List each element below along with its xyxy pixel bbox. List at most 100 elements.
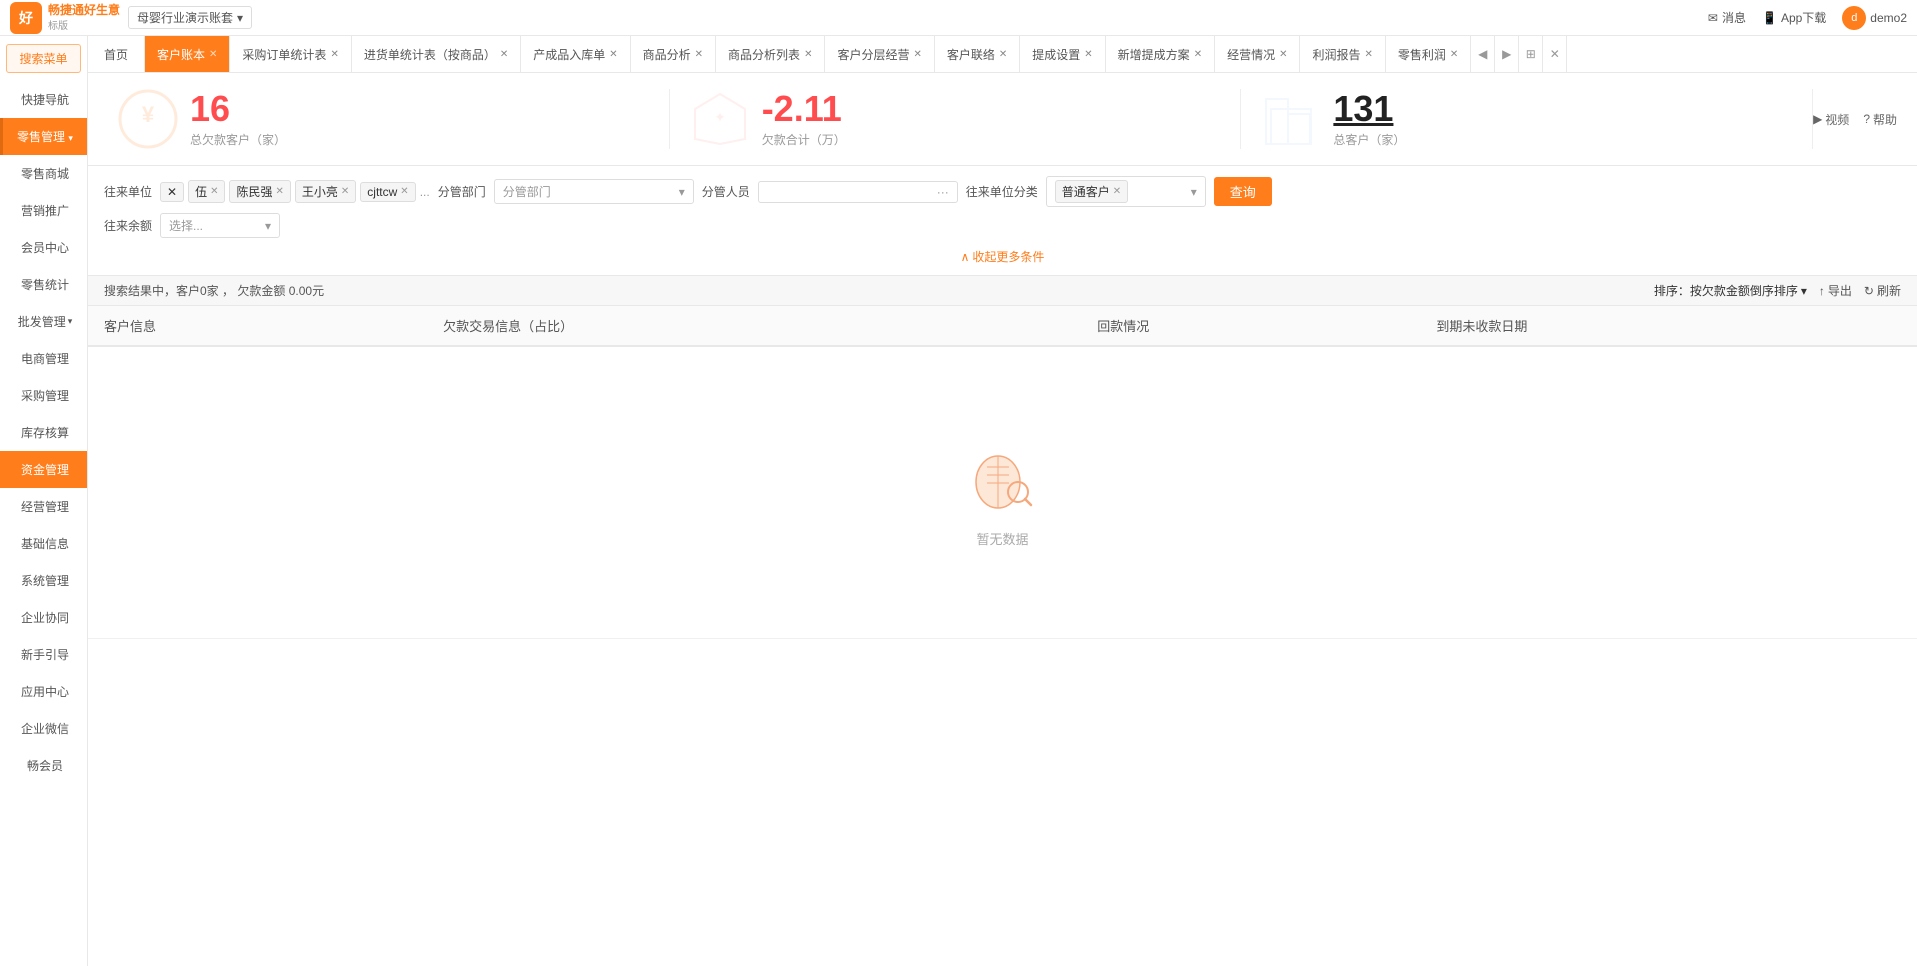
tab-close-icon[interactable]: ✕ xyxy=(1279,49,1287,60)
tab-customer-contact[interactable]: 客户联络 ✕ xyxy=(935,36,1020,72)
tab-product-analysis-list[interactable]: 商品分析列表 ✕ xyxy=(716,36,825,72)
tab-close-icon[interactable]: ✕ xyxy=(999,49,1007,60)
collapse-btn[interactable]: ∧ 收起更多条件 xyxy=(104,244,1901,265)
tag-close-icon[interactable]: ✕ xyxy=(210,186,218,197)
sidebar-item-wholesale-mgmt[interactable]: 批发管理 ▾ xyxy=(0,303,87,340)
tag-close-icon[interactable]: ✕ xyxy=(341,186,349,197)
tab-close-icon[interactable]: ✕ xyxy=(500,49,508,60)
balance-select[interactable]: 选择... ▾ xyxy=(160,213,280,238)
help-btn[interactable]: ? 帮助 xyxy=(1863,111,1897,128)
result-amount-label2: 欠款金额 xyxy=(237,284,285,298)
col-repayment: 回款情况 xyxy=(1081,306,1420,346)
messages-btn[interactable]: ✉ 消息 xyxy=(1708,9,1746,26)
chevron-down-icon: ▾ xyxy=(1191,185,1197,199)
search-menu-btn[interactable]: 搜索菜单 xyxy=(6,44,81,73)
sidebar-item-ecommerce[interactable]: 电商管理 xyxy=(0,340,87,377)
export-btn[interactable]: ↑ 导出 xyxy=(1819,282,1852,299)
tab-add-commission[interactable]: 新增提成方案 ✕ xyxy=(1106,36,1215,72)
sidebar-item-member-center[interactable]: 会员中心 xyxy=(0,229,87,266)
tab-close-icon[interactable]: ✕ xyxy=(913,49,921,60)
sidebar: 搜索菜单 快捷导航 零售管理 ▾ 零售商城 营销推广 会员中心 零售统计 批发管… xyxy=(0,36,88,966)
sidebar-item-inventory[interactable]: 库存核算 xyxy=(0,414,87,451)
col-debit-info: 欠款交易信息（占比） xyxy=(427,306,1081,346)
app-download-btn[interactable]: 📱 App下载 xyxy=(1762,9,1826,26)
result-amount-value: 0.00元 xyxy=(289,284,324,298)
tab-close-icon[interactable]: ✕ xyxy=(609,49,617,60)
stat-debit-total: ✦ -2.11 欠款合计（万） xyxy=(670,89,1242,149)
video-btn[interactable]: ▶ 视频 xyxy=(1813,111,1849,128)
chevron-down-icon: ▾ xyxy=(237,11,243,25)
col-due-date: 到期未收款日期 xyxy=(1420,306,1917,346)
sidebar-item-finance[interactable]: 资金管理 xyxy=(0,451,87,488)
tab-close-icon[interactable]: ✕ xyxy=(1450,49,1458,60)
refresh-btn[interactable]: ↻ 刷新 xyxy=(1864,282,1901,299)
tab-commission-settings[interactable]: 提成设置 ✕ xyxy=(1020,36,1105,72)
tab-close-icon[interactable]: ✕ xyxy=(695,49,703,60)
sidebar-item-quick-nav[interactable]: 快捷导航 xyxy=(0,81,87,118)
sidebar-item-enterprise-wechat[interactable]: 企业微信 xyxy=(0,710,87,747)
tab-close-icon[interactable]: ✕ xyxy=(1084,49,1092,60)
result-actions: 排序：按欠款金额倒序排序 ▾ ↑ 导出 ↻ 刷新 xyxy=(1654,282,1901,299)
balance-placeholder: 选择... xyxy=(169,217,203,234)
sidebar-item-chang-member[interactable]: 畅会员 xyxy=(0,747,87,784)
tab-close-icon[interactable]: ✕ xyxy=(209,49,217,60)
tab-close-icon[interactable]: ✕ xyxy=(804,49,812,60)
stat-debit-total-value: -2.11 xyxy=(762,91,846,127)
tab-product-inbound[interactable]: 产成品入库单 ✕ xyxy=(521,36,630,72)
sidebar-item-marketing[interactable]: 营销推广 xyxy=(0,192,87,229)
unit-type-tags: 普通客户 ✕ xyxy=(1055,180,1128,203)
tag-close-icon[interactable]: ✕ xyxy=(400,186,408,197)
sidebar-item-enterprise-collab[interactable]: 企业协同 xyxy=(0,599,87,636)
sidebar-item-retail-stats[interactable]: 零售统计 xyxy=(0,266,87,303)
sidebar-item-retail-mall[interactable]: 零售商城 xyxy=(0,155,87,192)
unit-type-select[interactable]: 普通客户 ✕ ▾ xyxy=(1046,176,1206,207)
sidebar-item-operation[interactable]: 经营管理 xyxy=(0,488,87,525)
tab-close-icon[interactable]: ✕ xyxy=(1194,49,1202,60)
manager-filter-label: 分管人员 xyxy=(702,183,750,200)
filter-tag-normal-customer: 普通客户 ✕ xyxy=(1055,180,1128,203)
tab-purchase-order-stats[interactable]: 采购订单统计表 ✕ xyxy=(230,36,351,72)
filter-more-icon[interactable]: ... xyxy=(420,185,430,199)
dept-select[interactable]: 分管部门 ▾ xyxy=(494,179,694,204)
badge-icon: ✦ xyxy=(690,89,750,149)
sidebar-item-retail-mgmt[interactable]: 零售管理 ▾ xyxy=(0,118,87,155)
tab-retail-profit[interactable]: 零售利润 ✕ xyxy=(1386,36,1471,72)
tab-profit-report[interactable]: 利润报告 ✕ xyxy=(1300,36,1385,72)
stat-debit-label: 总欠款客户（家） xyxy=(190,131,286,148)
sidebar-item-purchase-mgmt[interactable]: 采购管理 xyxy=(0,377,87,414)
tab-business-situation[interactable]: 经营情况 ✕ xyxy=(1215,36,1300,72)
refresh-icon: ↻ xyxy=(1864,284,1874,298)
tab-product-analysis[interactable]: 商品分析 ✕ xyxy=(631,36,716,72)
svg-text:¥: ¥ xyxy=(142,102,155,127)
sidebar-item-system-mgmt[interactable]: 系统管理 xyxy=(0,562,87,599)
tab-prev-btn[interactable]: ◀ xyxy=(1471,36,1495,72)
sidebar-item-newbie-guide[interactable]: 新手引导 xyxy=(0,636,87,673)
company-selector[interactable]: 母婴行业演示账套 ▾ xyxy=(128,6,252,29)
sidebar-item-app-center[interactable]: 应用中心 xyxy=(0,673,87,710)
tab-customer-tier[interactable]: 客户分层经营 ✕ xyxy=(825,36,934,72)
sidebar-item-basic-info[interactable]: 基础信息 xyxy=(0,525,87,562)
filter-tag-wu: 伍 ✕ xyxy=(188,180,225,203)
user-menu[interactable]: d demo2 xyxy=(1842,6,1907,30)
tab-expand-btn[interactable]: ⊞ xyxy=(1519,36,1543,72)
tab-close-icon[interactable]: ✕ xyxy=(1365,49,1373,60)
sidebar-item-label: 零售管理 xyxy=(17,130,65,144)
query-button[interactable]: 查询 xyxy=(1214,177,1272,206)
col-customer-info: 客户信息 xyxy=(88,306,427,346)
stat-debit-total-info: -2.11 欠款合计（万） xyxy=(762,91,846,148)
tag-close-icon[interactable]: ✕ xyxy=(276,186,284,197)
tab-close-all-btn[interactable]: ✕ xyxy=(1543,36,1567,72)
logo-area: 好 畅捷通好生意 标版 xyxy=(10,2,120,34)
unit-filter-label: 往来单位 xyxy=(104,183,152,200)
stat-total-debit-customers: ¥ 16 总欠款客户（家） xyxy=(108,89,670,149)
tab-customer-ledger[interactable]: 客户账本 ✕ xyxy=(145,36,230,72)
tab-close-icon[interactable]: ✕ xyxy=(330,49,338,60)
tab-next-btn[interactable]: ▶ xyxy=(1495,36,1519,72)
tab-inbound-stats[interactable]: 进货单统计表（按商品） ✕ xyxy=(352,36,521,72)
tab-home[interactable]: 首页 xyxy=(88,36,145,72)
sidebar-search-area: 搜索菜单 xyxy=(0,36,87,81)
tag-close-icon[interactable]: ✕ xyxy=(1113,186,1121,197)
sort-select[interactable]: 排序：按欠款金额倒序排序 ▾ xyxy=(1654,282,1807,299)
manager-select[interactable]: ··· xyxy=(758,181,958,203)
result-info: 搜索结果中，客户0家 ， 欠款金额 0.00元 xyxy=(104,282,324,299)
